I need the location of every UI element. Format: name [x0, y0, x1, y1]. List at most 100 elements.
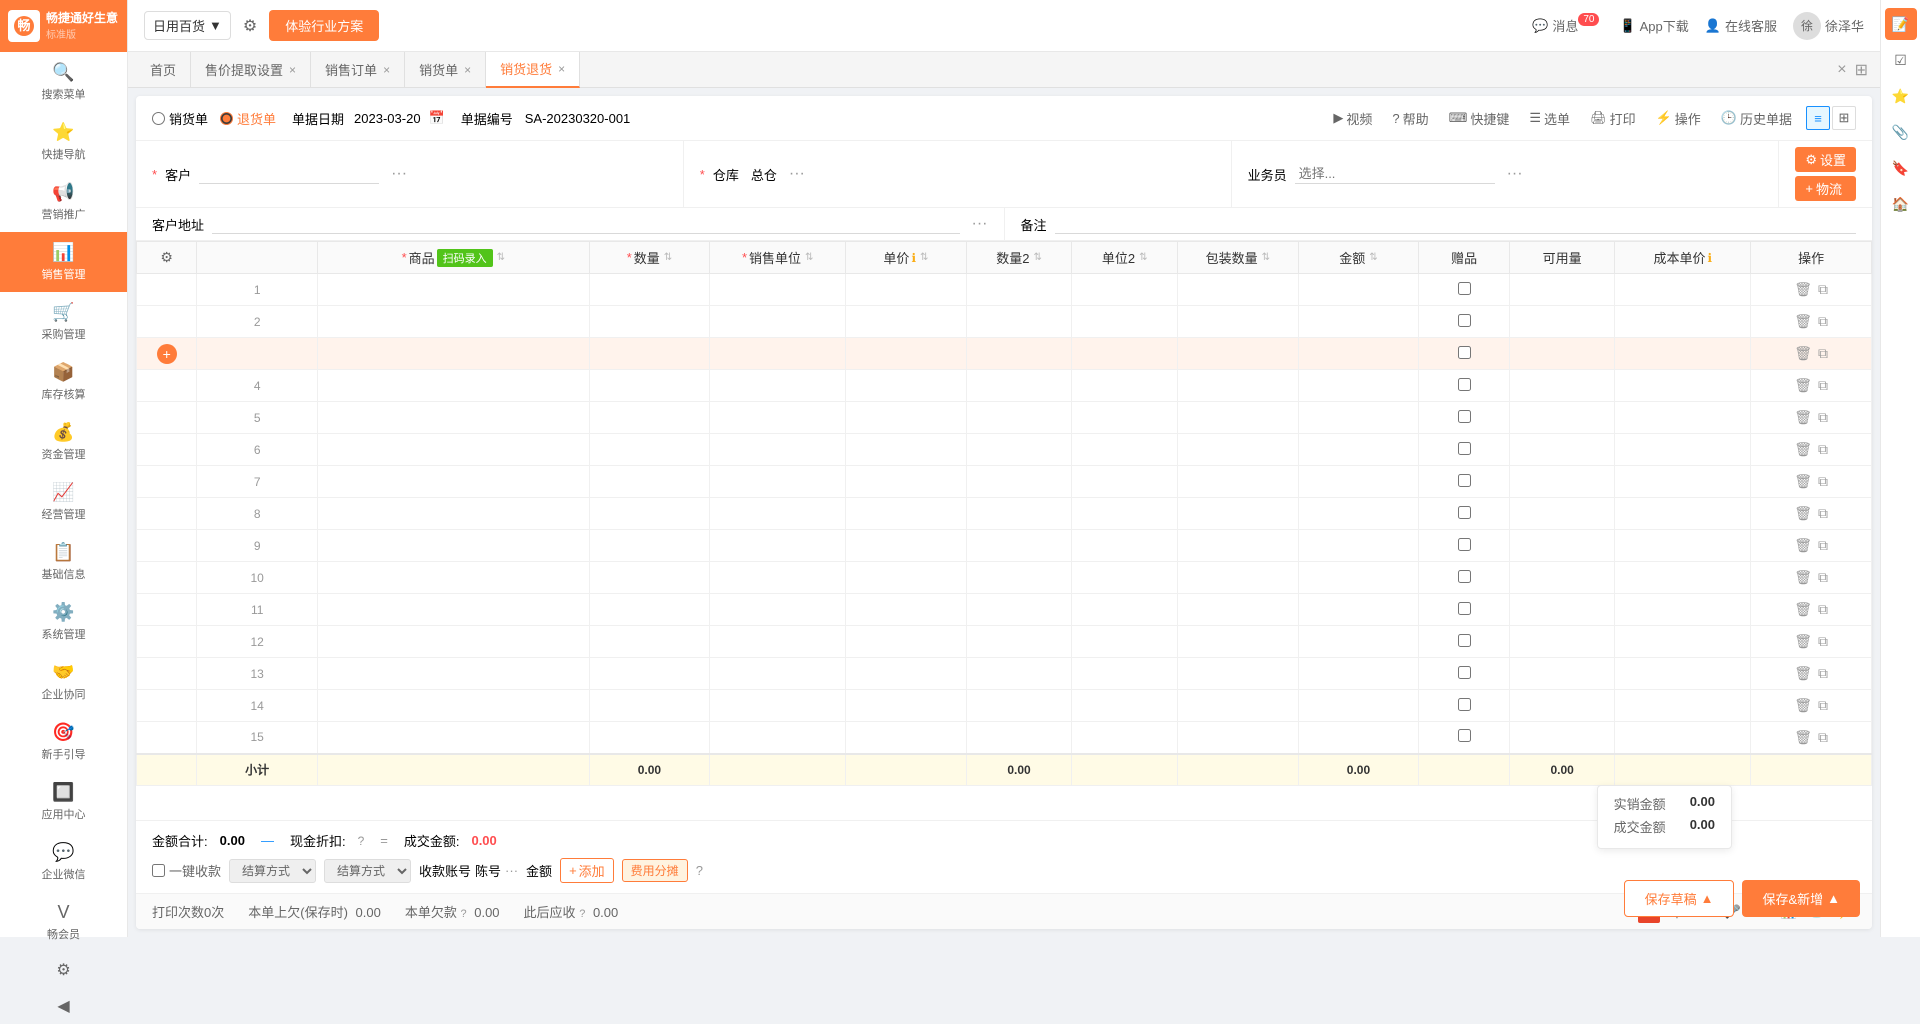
row-qty2-1[interactable] — [966, 274, 1072, 306]
sidebar-item-member[interactable]: V 畅会员 — [0, 892, 127, 952]
row-amount-3[interactable] — [1298, 338, 1419, 370]
row-product-2[interactable] — [318, 306, 590, 338]
row-cost-3[interactable] — [1615, 338, 1751, 370]
row-price-3[interactable] — [846, 338, 967, 370]
right-panel-note-btn[interactable]: 📝 — [1885, 8, 1917, 40]
sidebar-item-sales[interactable]: 📊 销售管理 — [0, 232, 127, 292]
save-draft-btn[interactable]: 保存草稿 ▲ — [1624, 880, 1735, 917]
tab-price-setting[interactable]: 售价提取设置 × — [191, 52, 311, 88]
add-row-btn[interactable]: + — [157, 344, 177, 364]
row-unit-3[interactable] — [710, 338, 846, 370]
sidebar-item-wechat[interactable]: 💬 企业微信 — [0, 832, 127, 892]
fee-split-btn[interactable]: 费用分摊 — [622, 859, 688, 882]
row-unit2-2[interactable] — [1072, 306, 1178, 338]
unit-sort-icon[interactable]: ⇅ — [805, 252, 813, 263]
qty-sort-icon[interactable]: ⇅ — [664, 252, 672, 263]
history-btn[interactable]: 🕒 历史单据 — [1715, 107, 1798, 130]
list-view-btn[interactable]: ≡ — [1806, 106, 1830, 130]
radio-sales-input[interactable] — [152, 112, 165, 125]
row-price-2[interactable] — [846, 306, 967, 338]
product-sort-icon[interactable]: ⇅ — [497, 252, 505, 263]
gift-checkbox-3[interactable] — [1458, 346, 1471, 359]
payment-method-select[interactable]: 结算方式 — [229, 859, 316, 883]
video-btn[interactable]: ▶ 视频 — [1327, 107, 1378, 130]
sidebar-item-guide[interactable]: 🎯 新手引导 — [0, 712, 127, 772]
column-settings-icon[interactable]: ⚙ — [160, 249, 173, 265]
copy-row-1-icon[interactable]: ⧉ — [1818, 281, 1828, 298]
sidebar-item-apps[interactable]: 🔲 应用中心 — [0, 772, 127, 832]
delete-row-2-icon[interactable]: 🗑 — [1794, 313, 1812, 330]
copy-row-2-icon[interactable]: ⧉ — [1818, 313, 1828, 330]
delete-icon[interactable]: 🗑 — [1794, 729, 1812, 746]
sidebar-item-inventory[interactable]: 📦 库存核算 — [0, 352, 127, 412]
copy-icon[interactable]: ⧉ — [1818, 473, 1828, 490]
delete-icon[interactable]: 🗑 — [1794, 505, 1812, 522]
delete-row-3-icon[interactable]: 🗑 — [1794, 345, 1812, 362]
logistics-btn[interactable]: + 物流 — [1795, 176, 1856, 201]
user-profile-btn[interactable]: 徐 徐泽华 — [1793, 12, 1864, 40]
sidebar-item-finance[interactable]: 💰 资金管理 — [0, 412, 127, 472]
copy-icon[interactable]: ⧉ — [1818, 377, 1828, 394]
sidebar-item-basic[interactable]: 📋 基础信息 — [0, 532, 127, 592]
unit2-sort-icon[interactable]: ⇅ — [1139, 252, 1147, 263]
right-panel-clip-btn[interactable]: 📎 — [1885, 116, 1917, 148]
row-qty-1[interactable] — [589, 274, 710, 306]
tab-sales-order-close[interactable]: × — [383, 63, 390, 77]
price-sort-icon[interactable]: ⇅ — [920, 252, 928, 263]
salesperson-picker-icon[interactable]: ··· — [1507, 165, 1523, 183]
row-gift-3[interactable] — [1419, 338, 1510, 370]
row-qty-3[interactable] — [589, 338, 710, 370]
delete-icon[interactable]: 🗑 — [1794, 633, 1812, 650]
one-key-pay-checkbox[interactable]: 一键收款 — [152, 861, 221, 880]
copy-icon[interactable]: ⧉ — [1818, 633, 1828, 650]
copy-icon[interactable]: ⧉ — [1818, 505, 1828, 522]
account-picker-icon[interactable]: ··· — [505, 863, 518, 878]
row-cost-1[interactable] — [1615, 274, 1751, 306]
warehouse-picker-icon[interactable]: ··· — [789, 165, 805, 183]
right-panel-home-btn[interactable]: 🏠 — [1885, 188, 1917, 220]
row-pack-3[interactable] — [1177, 338, 1298, 370]
add-fee-btn[interactable]: + 添加 — [560, 858, 614, 883]
hotkey-btn[interactable]: ⌨ 快捷键 — [1443, 107, 1516, 130]
delete-icon[interactable]: 🗑 — [1794, 665, 1812, 682]
delete-icon[interactable]: 🗑 — [1794, 473, 1812, 490]
copy-icon[interactable]: ⧉ — [1818, 729, 1828, 746]
copy-icon[interactable]: ⧉ — [1818, 569, 1828, 586]
sidebar-item-purchase[interactable]: 🛒 采购管理 — [0, 292, 127, 352]
tab-home[interactable]: 首页 — [136, 52, 191, 88]
tab-sales-order[interactable]: 销售订单 × — [311, 52, 405, 88]
sidebar-item-search[interactable]: 🔍 搜索菜单 — [0, 52, 127, 112]
copy-icon[interactable]: ⧉ — [1818, 409, 1828, 426]
tab-sales-delivery-close[interactable]: × — [464, 63, 471, 77]
gift-checkbox-1[interactable] — [1458, 282, 1471, 295]
tab-price-close[interactable]: × — [289, 63, 296, 77]
amount-sort-icon[interactable]: ⇅ — [1369, 252, 1377, 263]
tab-sales-delivery[interactable]: 销货单 × — [405, 52, 486, 88]
customer-picker-icon[interactable]: ··· — [391, 165, 407, 183]
sidebar-item-enterprise[interactable]: 🤝 企业协同 — [0, 652, 127, 712]
message-btn[interactable]: 💬 消息 70 — [1532, 16, 1603, 35]
sidebar-item-operation[interactable]: 📈 经营管理 — [0, 472, 127, 532]
delete-icon[interactable]: 🗑 — [1794, 601, 1812, 618]
customer-input[interactable] — [199, 164, 379, 184]
radio-return-input[interactable] — [220, 112, 233, 125]
right-panel-star-btn[interactable]: ⭐ — [1885, 80, 1917, 112]
copy-icon[interactable]: ⧉ — [1818, 601, 1828, 618]
row-pack-1[interactable] — [1177, 274, 1298, 306]
app-download-btn[interactable]: 📱 App下载 — [1619, 16, 1688, 35]
delete-row-1-icon[interactable]: 🗑 — [1794, 281, 1812, 298]
row-qty-2[interactable] — [589, 306, 710, 338]
row-unit2-3[interactable] — [1072, 338, 1178, 370]
row-gift-2[interactable] — [1419, 306, 1510, 338]
row-qty2-3[interactable] — [966, 338, 1072, 370]
row-amount-2[interactable] — [1298, 306, 1419, 338]
row-price-1[interactable] — [846, 274, 967, 306]
copy-icon[interactable]: ⧉ — [1818, 537, 1828, 554]
scan-btn[interactable]: 扫码录入 — [437, 249, 493, 267]
right-panel-bookmark-btn[interactable]: 🔖 — [1885, 152, 1917, 184]
qty2-sort-icon[interactable]: ⇅ — [1033, 252, 1041, 263]
delete-icon[interactable]: 🗑 — [1794, 569, 1812, 586]
account-method-select[interactable]: 结算方式 — [324, 859, 411, 883]
copy-row-3-icon[interactable]: ⧉ — [1818, 345, 1828, 362]
row-product-3[interactable] — [318, 338, 590, 370]
